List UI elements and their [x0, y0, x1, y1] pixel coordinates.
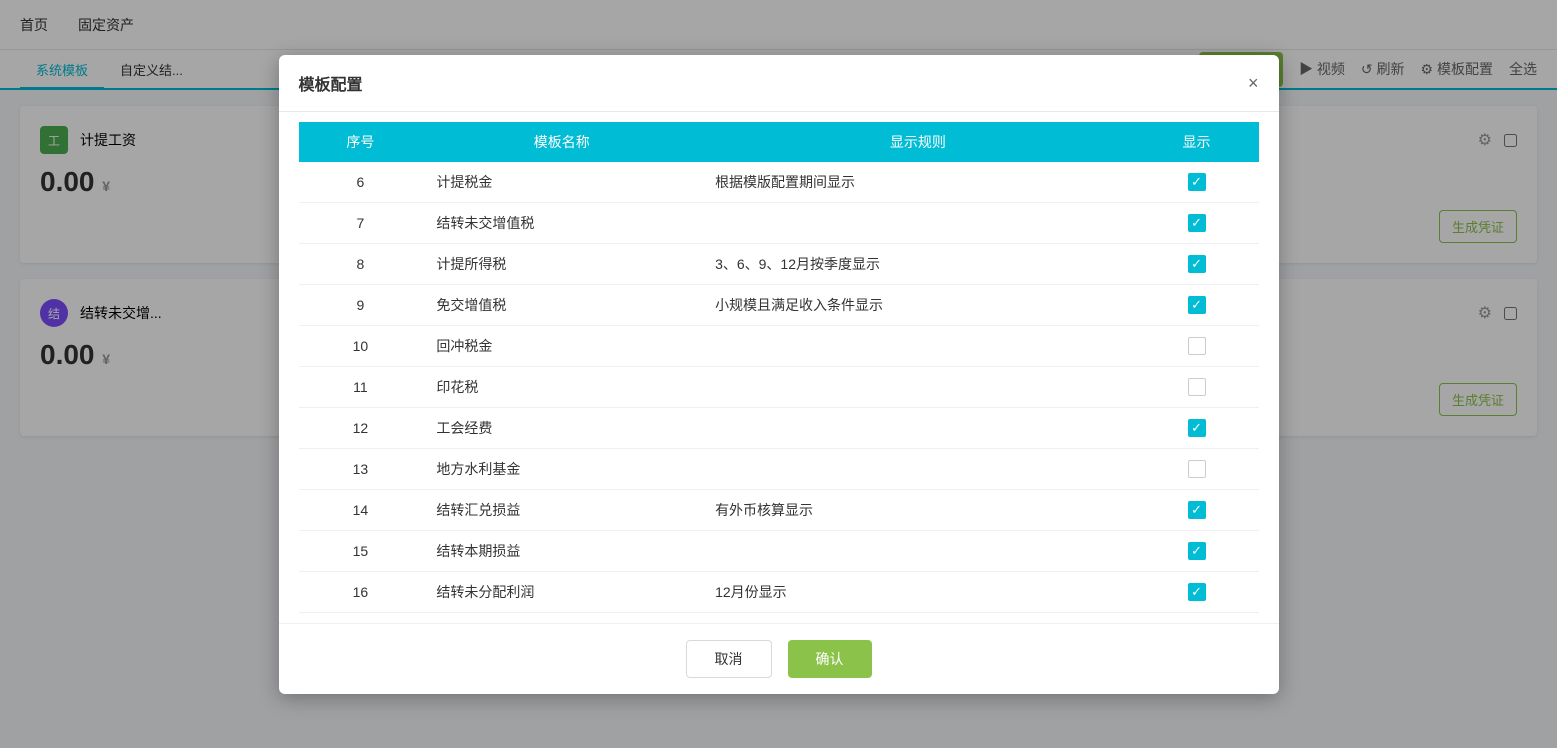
display-checkbox-9[interactable] [1188, 296, 1206, 314]
table-row: 10回冲税金 [299, 325, 1259, 366]
display-checkbox-8[interactable] [1188, 255, 1206, 273]
cell-rule: 根据模版配置期间显示 [701, 162, 1135, 203]
table-row: 8计提所得税3、6、9、12月按季度显示 [299, 243, 1259, 284]
cell-display[interactable] [1135, 530, 1259, 571]
table-body: 6计提税金根据模版配置期间显示7结转未交增值税8计提所得税3、6、9、12月按季… [299, 162, 1259, 613]
col-name: 模板名称 [422, 122, 701, 162]
table-row: 12工会经费 [299, 407, 1259, 448]
cell-name: 计提税金 [422, 162, 701, 203]
config-table: 序号 模板名称 显示规则 显示 6计提税金根据模版配置期间显示7结转未交增值税8… [299, 122, 1259, 613]
cell-index: 11 [299, 366, 423, 407]
table-header: 序号 模板名称 显示规则 显示 [299, 122, 1259, 162]
dialog-body: 序号 模板名称 显示规则 显示 6计提税金根据模版配置期间显示7结转未交增值税8… [279, 112, 1279, 623]
cell-index: 10 [299, 325, 423, 366]
col-display: 显示 [1135, 122, 1259, 162]
display-checkbox-13[interactable] [1188, 460, 1206, 478]
confirm-button[interactable]: 确认 [788, 640, 872, 678]
col-index: 序号 [299, 122, 423, 162]
table-row: 9免交增值税小规模且满足收入条件显示 [299, 284, 1259, 325]
cell-display[interactable] [1135, 571, 1259, 612]
cell-name: 回冲税金 [422, 325, 701, 366]
cell-rule: 有外币核算显示 [701, 489, 1135, 530]
cell-index: 14 [299, 489, 423, 530]
cell-index: 8 [299, 243, 423, 284]
dialog-close-button[interactable]: × [1248, 74, 1259, 92]
table-row: 15结转本期损益 [299, 530, 1259, 571]
cell-rule: 小规模且满足收入条件显示 [701, 284, 1135, 325]
dialog-footer: 取消 确认 [279, 623, 1279, 694]
modal-overlay: 模板配置 × 序号 模板名称 显示规则 显示 6计提税金根据模版配置期间显示7结… [0, 0, 1557, 748]
cell-index: 7 [299, 202, 423, 243]
cell-name: 结转汇兑损益 [422, 489, 701, 530]
cell-index: 12 [299, 407, 423, 448]
cell-display[interactable] [1135, 284, 1259, 325]
cell-index: 16 [299, 571, 423, 612]
cell-name: 免交增值税 [422, 284, 701, 325]
display-checkbox-12[interactable] [1188, 419, 1206, 437]
table-row: 13地方水利基金 [299, 448, 1259, 489]
cell-name: 计提所得税 [422, 243, 701, 284]
display-checkbox-7[interactable] [1188, 214, 1206, 232]
table-row: 14结转汇兑损益有外币核算显示 [299, 489, 1259, 530]
display-checkbox-14[interactable] [1188, 501, 1206, 519]
cancel-button[interactable]: 取消 [686, 640, 772, 678]
cell-name: 结转未交增值税 [422, 202, 701, 243]
cell-rule [701, 325, 1135, 366]
cell-index: 13 [299, 448, 423, 489]
display-checkbox-15[interactable] [1188, 542, 1206, 560]
cell-name: 地方水利基金 [422, 448, 701, 489]
cell-name: 印花税 [422, 366, 701, 407]
cell-display[interactable] [1135, 325, 1259, 366]
cell-rule [701, 202, 1135, 243]
dialog-header: 模板配置 × [279, 55, 1279, 112]
cell-display[interactable] [1135, 489, 1259, 530]
table-row: 7结转未交增值税 [299, 202, 1259, 243]
cell-index: 15 [299, 530, 423, 571]
template-config-dialog: 模板配置 × 序号 模板名称 显示规则 显示 6计提税金根据模版配置期间显示7结… [279, 55, 1279, 694]
dialog-title: 模板配置 [299, 71, 363, 95]
cell-display[interactable] [1135, 162, 1259, 203]
display-checkbox-6[interactable] [1188, 173, 1206, 191]
cell-display[interactable] [1135, 407, 1259, 448]
cell-rule [701, 366, 1135, 407]
cell-name: 工会经费 [422, 407, 701, 448]
cell-display[interactable] [1135, 243, 1259, 284]
display-checkbox-16[interactable] [1188, 583, 1206, 601]
cell-index: 9 [299, 284, 423, 325]
table-row: 11印花税 [299, 366, 1259, 407]
cell-rule: 3、6、9、12月按季度显示 [701, 243, 1135, 284]
display-checkbox-10[interactable] [1188, 337, 1206, 355]
cell-index: 6 [299, 162, 423, 203]
cell-display[interactable] [1135, 202, 1259, 243]
col-rule: 显示规则 [701, 122, 1135, 162]
cell-rule [701, 530, 1135, 571]
cell-rule [701, 448, 1135, 489]
table-row: 6计提税金根据模版配置期间显示 [299, 162, 1259, 203]
cell-rule: 12月份显示 [701, 571, 1135, 612]
cell-rule [701, 407, 1135, 448]
cell-name: 结转本期损益 [422, 530, 701, 571]
cell-display[interactable] [1135, 366, 1259, 407]
cell-display[interactable] [1135, 448, 1259, 489]
cell-name: 结转未分配利润 [422, 571, 701, 612]
display-checkbox-11[interactable] [1188, 378, 1206, 396]
table-row: 16结转未分配利润12月份显示 [299, 571, 1259, 612]
